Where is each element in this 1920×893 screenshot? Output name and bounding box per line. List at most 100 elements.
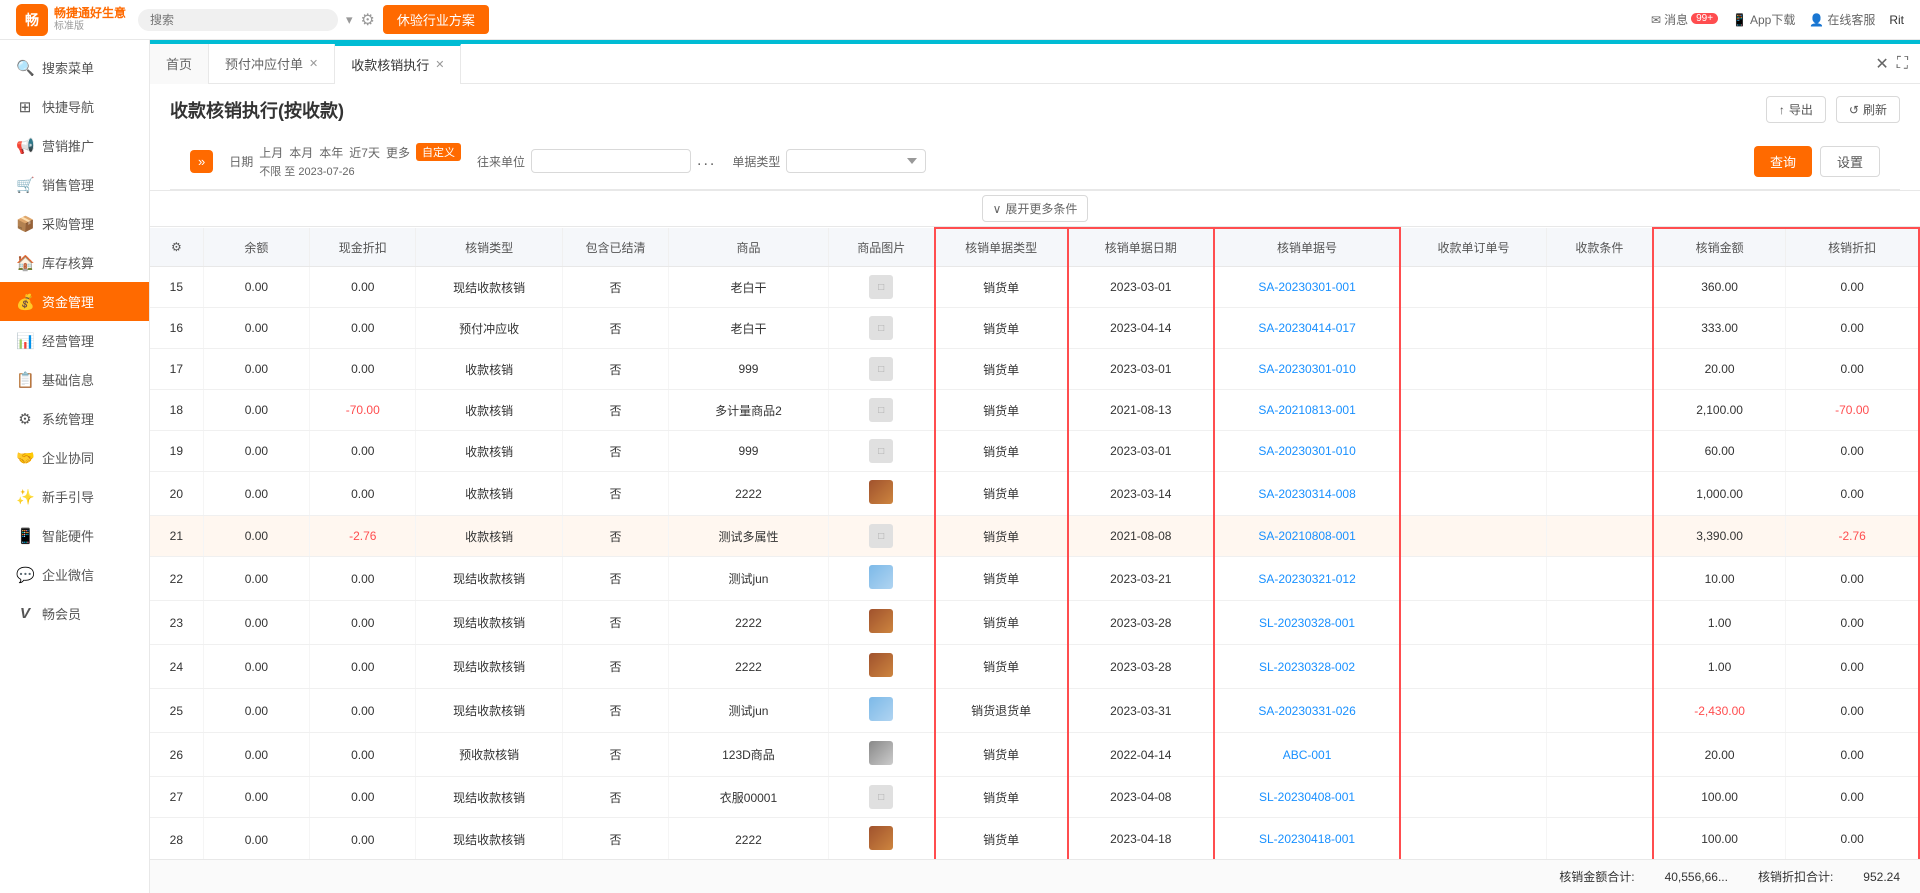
- sidebar-item-sales[interactable]: 🛒 销售管理: [0, 165, 149, 204]
- filter-date-group: 日期 上月 本月 本年 近7天 更多 自定义 不限 至 2023-07-26: [229, 143, 461, 179]
- cell-doc-bill-type: 销货单: [935, 777, 1068, 818]
- filter-expand-btn[interactable]: »: [190, 150, 213, 173]
- cell-doc-no[interactable]: SA-20230314-008: [1214, 472, 1400, 516]
- col-header-gear[interactable]: ⚙: [150, 228, 203, 267]
- table-row: 160.000.00预付冲应收否老白干□销货单2023-04-14SA-2023…: [150, 308, 1919, 349]
- tab-prepay-close[interactable]: ✕: [309, 57, 318, 70]
- cell-goods-image: [828, 645, 934, 689]
- cell-cash-discount: 0.00: [310, 818, 416, 860]
- cell-doc-no[interactable]: SA-20230321-012: [1214, 557, 1400, 601]
- cell-doc-no[interactable]: SA-20230301-010: [1214, 349, 1400, 390]
- cell-doc-no[interactable]: SA-20210813-001: [1214, 390, 1400, 431]
- cell-doc-no[interactable]: SL-20230418-001: [1214, 818, 1400, 860]
- main-layout: 🔍 搜索菜单 ⊞ 快捷导航 📢 营销推广 🛒 销售管理 📦 采购管理 🏠 库存核…: [0, 40, 1920, 893]
- col-header-goods: 商品: [669, 228, 829, 267]
- expand-more-btn[interactable]: ∨ 展开更多条件: [982, 195, 1089, 222]
- cell-doc-no[interactable]: ABC-001: [1214, 733, 1400, 777]
- cell-seq: 17: [150, 349, 203, 390]
- table-row: 190.000.00收款核销否999□销货单2023-03-01SA-20230…: [150, 431, 1919, 472]
- cell-doc-bill-type: 销货单: [935, 267, 1068, 308]
- sidebar-label-enterprise: 企业协同: [42, 448, 94, 467]
- date-7days[interactable]: 近7天: [349, 144, 380, 161]
- tab-home[interactable]: 首页: [150, 44, 209, 84]
- sidebar-item-wechat[interactable]: 💬 企业微信: [0, 555, 149, 594]
- filter-date-row: 上月 本月 本年 近7天 更多 自定义 不限 至 2023-07-26: [259, 143, 461, 179]
- date-this-year[interactable]: 本年: [319, 144, 343, 161]
- cell-receipt-condition: [1546, 689, 1652, 733]
- cell-doc-no[interactable]: SA-20230331-026: [1214, 689, 1400, 733]
- date-custom[interactable]: 自定义: [416, 143, 461, 161]
- cell-cash-discount: -70.00: [310, 390, 416, 431]
- cell-verify-amount: 1.00: [1653, 601, 1786, 645]
- export-btn[interactable]: ↑ 导出: [1766, 96, 1826, 123]
- sidebar-item-system[interactable]: ⚙ 系统管理: [0, 399, 149, 438]
- cell-verify-amount: 3,390.00: [1653, 516, 1786, 557]
- refresh-btn[interactable]: ↺ 刷新: [1836, 96, 1900, 123]
- query-btn[interactable]: 查询: [1754, 146, 1812, 177]
- marketing-icon: 📢: [16, 137, 34, 155]
- cell-seq: 18: [150, 390, 203, 431]
- sidebar-item-marketing[interactable]: 📢 营销推广: [0, 126, 149, 165]
- cell-balance: 0.00: [203, 431, 309, 472]
- sidebar-item-basic[interactable]: 📋 基础信息: [0, 360, 149, 399]
- settings-icon[interactable]: ⚙: [361, 10, 375, 30]
- cell-goods: 2222: [669, 472, 829, 516]
- cell-verify-amount: 10.00: [1653, 557, 1786, 601]
- cell-doc-date: 2023-04-18: [1068, 818, 1214, 860]
- cell-doc-no[interactable]: SL-20230328-002: [1214, 645, 1400, 689]
- sidebar-item-quick-nav[interactable]: ⊞ 快捷导航: [0, 87, 149, 126]
- sidebar-item-search[interactable]: 🔍 搜索菜单: [0, 48, 149, 87]
- cell-receipt-order-no: [1400, 601, 1546, 645]
- tab-receipt-verify-close[interactable]: ✕: [435, 58, 444, 71]
- sidebar-item-inventory[interactable]: 🏠 库存核算: [0, 243, 149, 282]
- industry-btn[interactable]: 休验行业方案: [383, 5, 489, 34]
- app-download-btn[interactable]: 📱 App下载: [1732, 11, 1795, 28]
- table-row: 280.000.00现结收款核销否2222销货单2023-04-18SL-202…: [150, 818, 1919, 860]
- wechat-icon: 💬: [16, 566, 34, 584]
- date-last-month[interactable]: 上月: [259, 144, 283, 161]
- cell-doc-date: 2021-08-13: [1068, 390, 1214, 431]
- cell-include-settled: 否: [562, 390, 668, 431]
- header-actions: ↑ 导出 ↺ 刷新: [1766, 96, 1900, 123]
- cell-doc-no[interactable]: SA-20230414-017: [1214, 308, 1400, 349]
- tab-receipt-verify[interactable]: 收款核销执行 ✕: [335, 44, 461, 84]
- sidebar-item-finance[interactable]: 💰 资金管理: [0, 282, 149, 321]
- sidebar-item-operation[interactable]: 📊 经营管理: [0, 321, 149, 360]
- tab-prepay[interactable]: 预付冲应付单 ✕: [209, 44, 335, 84]
- cell-doc-no[interactable]: SA-20230301-001: [1214, 267, 1400, 308]
- sidebar-item-member[interactable]: V 畅会员: [0, 594, 149, 633]
- message-btn[interactable]: ✉ 消息 99+: [1651, 11, 1718, 28]
- operation-icon: 📊: [16, 332, 34, 350]
- date-this-month[interactable]: 本月: [289, 144, 313, 161]
- cell-doc-no[interactable]: SA-20210808-001: [1214, 516, 1400, 557]
- cell-doc-bill-type: 销货单: [935, 818, 1068, 860]
- sidebar-item-enterprise[interactable]: 🤝 企业协同: [0, 438, 149, 477]
- sidebar-item-guide[interactable]: ✨ 新手引导: [0, 477, 149, 516]
- cell-balance: 0.00: [203, 733, 309, 777]
- setting-btn[interactable]: 设置: [1820, 146, 1880, 177]
- counterpart-input[interactable]: [531, 149, 691, 173]
- sidebar-item-hardware[interactable]: 📱 智能硬件: [0, 516, 149, 555]
- search-icon: 🔍: [16, 59, 34, 77]
- date-more[interactable]: 更多: [386, 144, 410, 161]
- fullscreen-btn[interactable]: ⛶: [1897, 55, 1908, 73]
- cell-receipt-order-no: [1400, 777, 1546, 818]
- cell-verify-amount: -2,430.00: [1653, 689, 1786, 733]
- cell-doc-no[interactable]: SA-20230301-010: [1214, 431, 1400, 472]
- cell-include-settled: 否: [562, 645, 668, 689]
- guide-icon: ✨: [16, 488, 34, 506]
- finance-icon: 💰: [16, 293, 34, 311]
- cell-doc-no[interactable]: SL-20230408-001: [1214, 777, 1400, 818]
- search-dropdown-icon[interactable]: ▾: [346, 12, 353, 28]
- tab-bar: 首页 预付冲应付单 ✕ 收款核销执行 ✕ ✕ ⛶: [150, 44, 1920, 84]
- cell-doc-bill-type: 销货单: [935, 645, 1068, 689]
- cell-goods: 衣服00001: [669, 777, 829, 818]
- counterpart-more-icon[interactable]: ...: [697, 152, 716, 170]
- online-service-btn[interactable]: 👤 在线客服: [1809, 11, 1875, 28]
- sidebar-item-purchase[interactable]: 📦 采购管理: [0, 204, 149, 243]
- close-tab-btn[interactable]: ✕: [1875, 54, 1888, 74]
- top-search-input[interactable]: [138, 9, 338, 31]
- doc-type-select[interactable]: [786, 149, 926, 173]
- user-info[interactable]: Rit: [1889, 13, 1904, 27]
- cell-doc-no[interactable]: SL-20230328-001: [1214, 601, 1400, 645]
